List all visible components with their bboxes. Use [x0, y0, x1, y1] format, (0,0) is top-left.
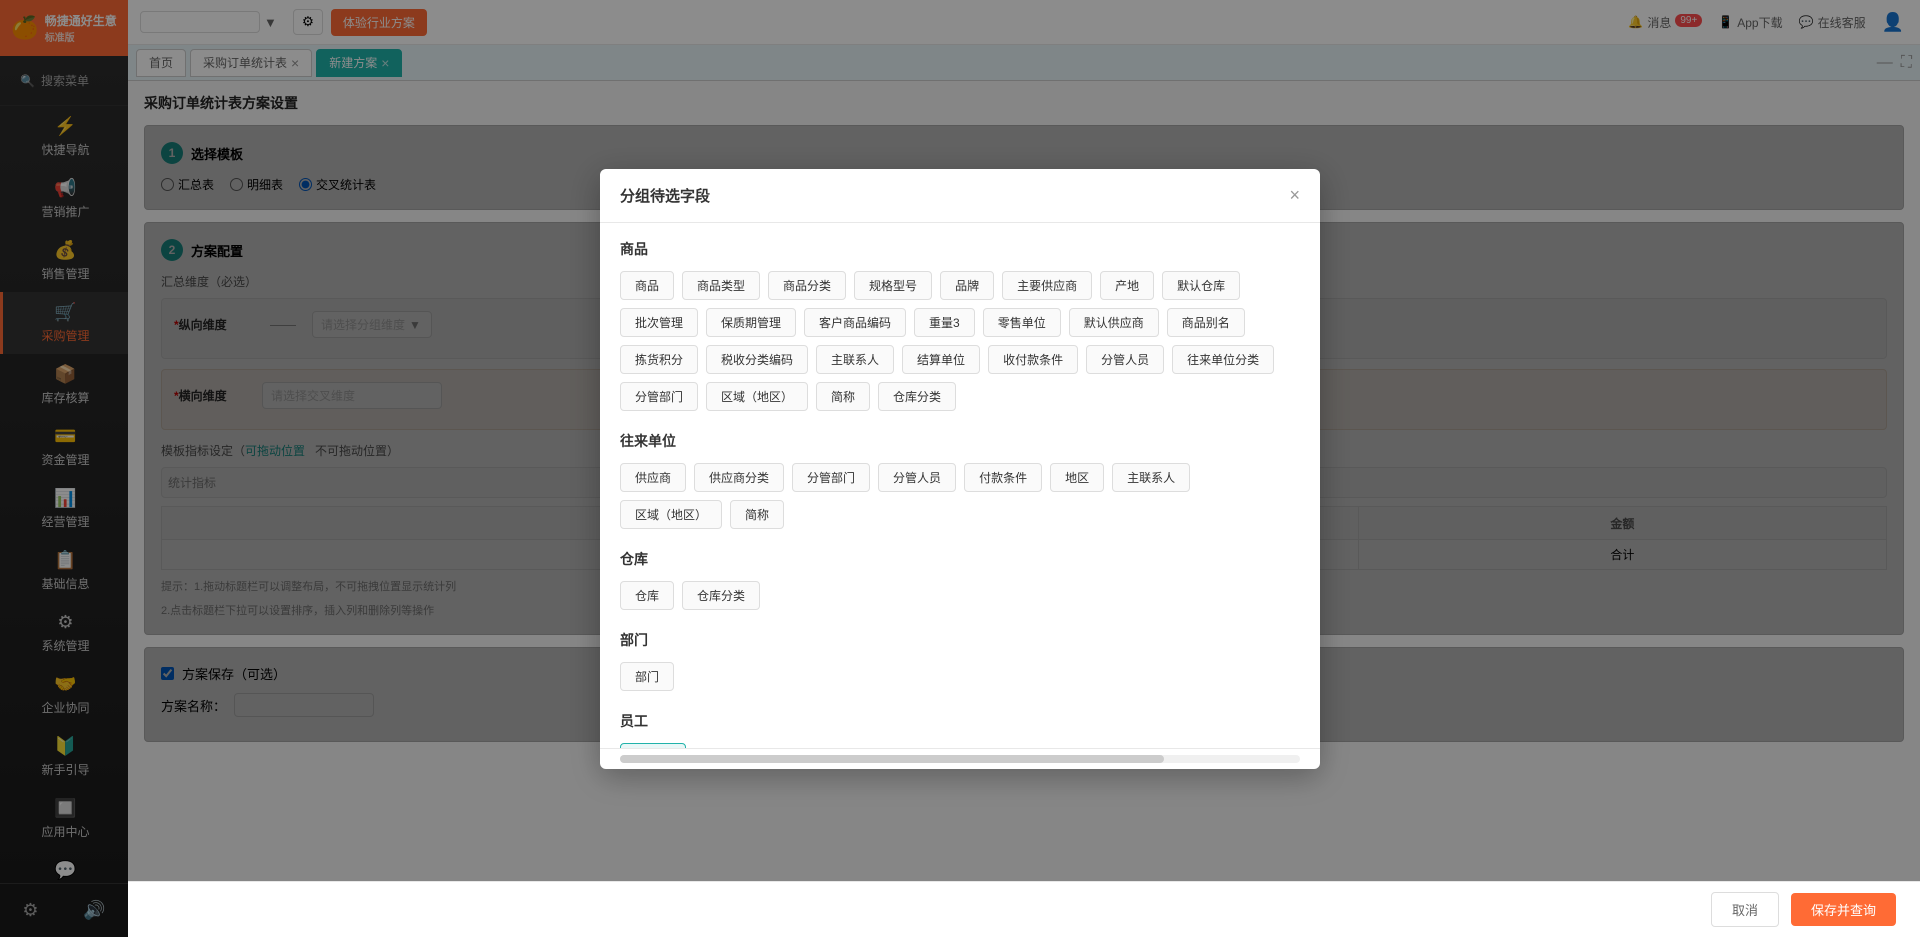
- modal-close-button[interactable]: ×: [1289, 185, 1300, 206]
- dept-group-title: 部门: [620, 630, 1300, 650]
- field-tag-manage-person2[interactable]: 分管人员: [878, 463, 956, 492]
- field-group-warehouse: 仓库 仓库 仓库分类: [620, 549, 1300, 610]
- warehouse-group-title: 仓库: [620, 549, 1300, 569]
- field-tag-default-warehouse[interactable]: 默认仓库: [1162, 271, 1240, 300]
- field-tag-dept[interactable]: 部门: [620, 662, 674, 691]
- field-tag-weight3[interactable]: 重量3: [914, 308, 975, 337]
- field-tag-region2[interactable]: 地区: [1050, 463, 1104, 492]
- partner-group-title: 往来单位: [620, 431, 1300, 451]
- field-group-product: 商品 商品 商品类型 商品分类 规格型号 品牌 主要供应商 产地 默认仓库 批次…: [620, 239, 1300, 411]
- field-tag-region[interactable]: 区域（地区）: [706, 382, 808, 411]
- field-tag-settle-unit[interactable]: 结算单位: [902, 345, 980, 374]
- field-tag-short-name2[interactable]: 简称: [730, 500, 784, 529]
- field-tag-warehouse-cat2[interactable]: 仓库分类: [682, 581, 760, 610]
- employee-group-title: 员工: [620, 711, 1300, 731]
- field-tag-short-name[interactable]: 简称: [816, 382, 870, 411]
- field-group-partner: 往来单位 供应商 供应商分类 分管部门 分管人员 付款条件 地区 主联系人 区域…: [620, 431, 1300, 529]
- dept-field-tags: 部门: [620, 662, 1300, 691]
- field-tag-source-unit-category[interactable]: 往来单位分类: [1172, 345, 1274, 374]
- field-tag-manage-dept2[interactable]: 分管部门: [792, 463, 870, 492]
- product-group-title: 商品: [620, 239, 1300, 259]
- action-footer: 取消 保存并查询: [128, 881, 1920, 937]
- field-tag-manager[interactable]: 分管人员: [1086, 345, 1164, 374]
- field-group-dept: 部门 部门: [620, 630, 1300, 691]
- field-tag-tax-code[interactable]: 税收分类编码: [706, 345, 808, 374]
- field-group-employee: 员工 业务员: [620, 711, 1300, 748]
- field-tag-supplier[interactable]: 供应商: [620, 463, 686, 492]
- field-tag-pick-score[interactable]: 拣货积分: [620, 345, 698, 374]
- warehouse-field-tags: 仓库 仓库分类: [620, 581, 1300, 610]
- partner-field-tags: 供应商 供应商分类 分管部门 分管人员 付款条件 地区 主联系人 区域（地区） …: [620, 463, 1300, 529]
- field-tag-product[interactable]: 商品: [620, 271, 674, 300]
- field-tag-manage-dept[interactable]: 分管部门: [620, 382, 698, 411]
- field-tag-main-supplier[interactable]: 主要供应商: [1002, 271, 1092, 300]
- modal-horizontal-scrollbar[interactable]: [600, 748, 1320, 769]
- field-tag-product-alias[interactable]: 商品别名: [1167, 308, 1245, 337]
- field-tag-warehouse[interactable]: 仓库: [620, 581, 674, 610]
- field-tag-retail-unit[interactable]: 零售单位: [983, 308, 1061, 337]
- hscroll-track: [620, 755, 1300, 763]
- field-tag-warehouse-cat[interactable]: 仓库分类: [878, 382, 956, 411]
- hscroll-thumb: [620, 755, 1164, 763]
- modal-title: 分组待选字段: [620, 185, 710, 206]
- field-tag-payment-condition[interactable]: 付款条件: [964, 463, 1042, 492]
- field-tag-quality-mgmt[interactable]: 保质期管理: [706, 308, 796, 337]
- field-tag-spec-type[interactable]: 规格型号: [854, 271, 932, 300]
- field-tag-product-category[interactable]: 商品分类: [768, 271, 846, 300]
- field-tag-origin[interactable]: 产地: [1100, 271, 1154, 300]
- modal-overlay: 分组待选字段 × 商品 商品 商品类型 商品分类 规格型号 品牌 主要供应商 产…: [0, 0, 1920, 937]
- field-tag-product-type[interactable]: 商品类型: [682, 271, 760, 300]
- field-tag-main-contact[interactable]: 主联系人: [816, 345, 894, 374]
- save-query-button[interactable]: 保存并查询: [1791, 893, 1896, 926]
- cancel-button[interactable]: 取消: [1711, 892, 1779, 927]
- field-tag-customer-code[interactable]: 客户商品编码: [804, 308, 906, 337]
- field-tag-batch-mgmt[interactable]: 批次管理: [620, 308, 698, 337]
- field-tag-main-contact2[interactable]: 主联系人: [1112, 463, 1190, 492]
- field-tag-brand[interactable]: 品牌: [940, 271, 994, 300]
- modal-header: 分组待选字段 ×: [600, 169, 1320, 223]
- field-tag-payment-terms[interactable]: 收付款条件: [988, 345, 1078, 374]
- field-tag-region-area[interactable]: 区域（地区）: [620, 500, 722, 529]
- field-tag-default-supplier[interactable]: 默认供应商: [1069, 308, 1159, 337]
- modal-body[interactable]: 商品 商品 商品类型 商品分类 规格型号 品牌 主要供应商 产地 默认仓库 批次…: [600, 223, 1320, 748]
- field-select-modal: 分组待选字段 × 商品 商品 商品类型 商品分类 规格型号 品牌 主要供应商 产…: [600, 169, 1320, 769]
- field-tag-supplier-category[interactable]: 供应商分类: [694, 463, 784, 492]
- product-field-tags: 商品 商品类型 商品分类 规格型号 品牌 主要供应商 产地 默认仓库 批次管理 …: [620, 271, 1300, 411]
